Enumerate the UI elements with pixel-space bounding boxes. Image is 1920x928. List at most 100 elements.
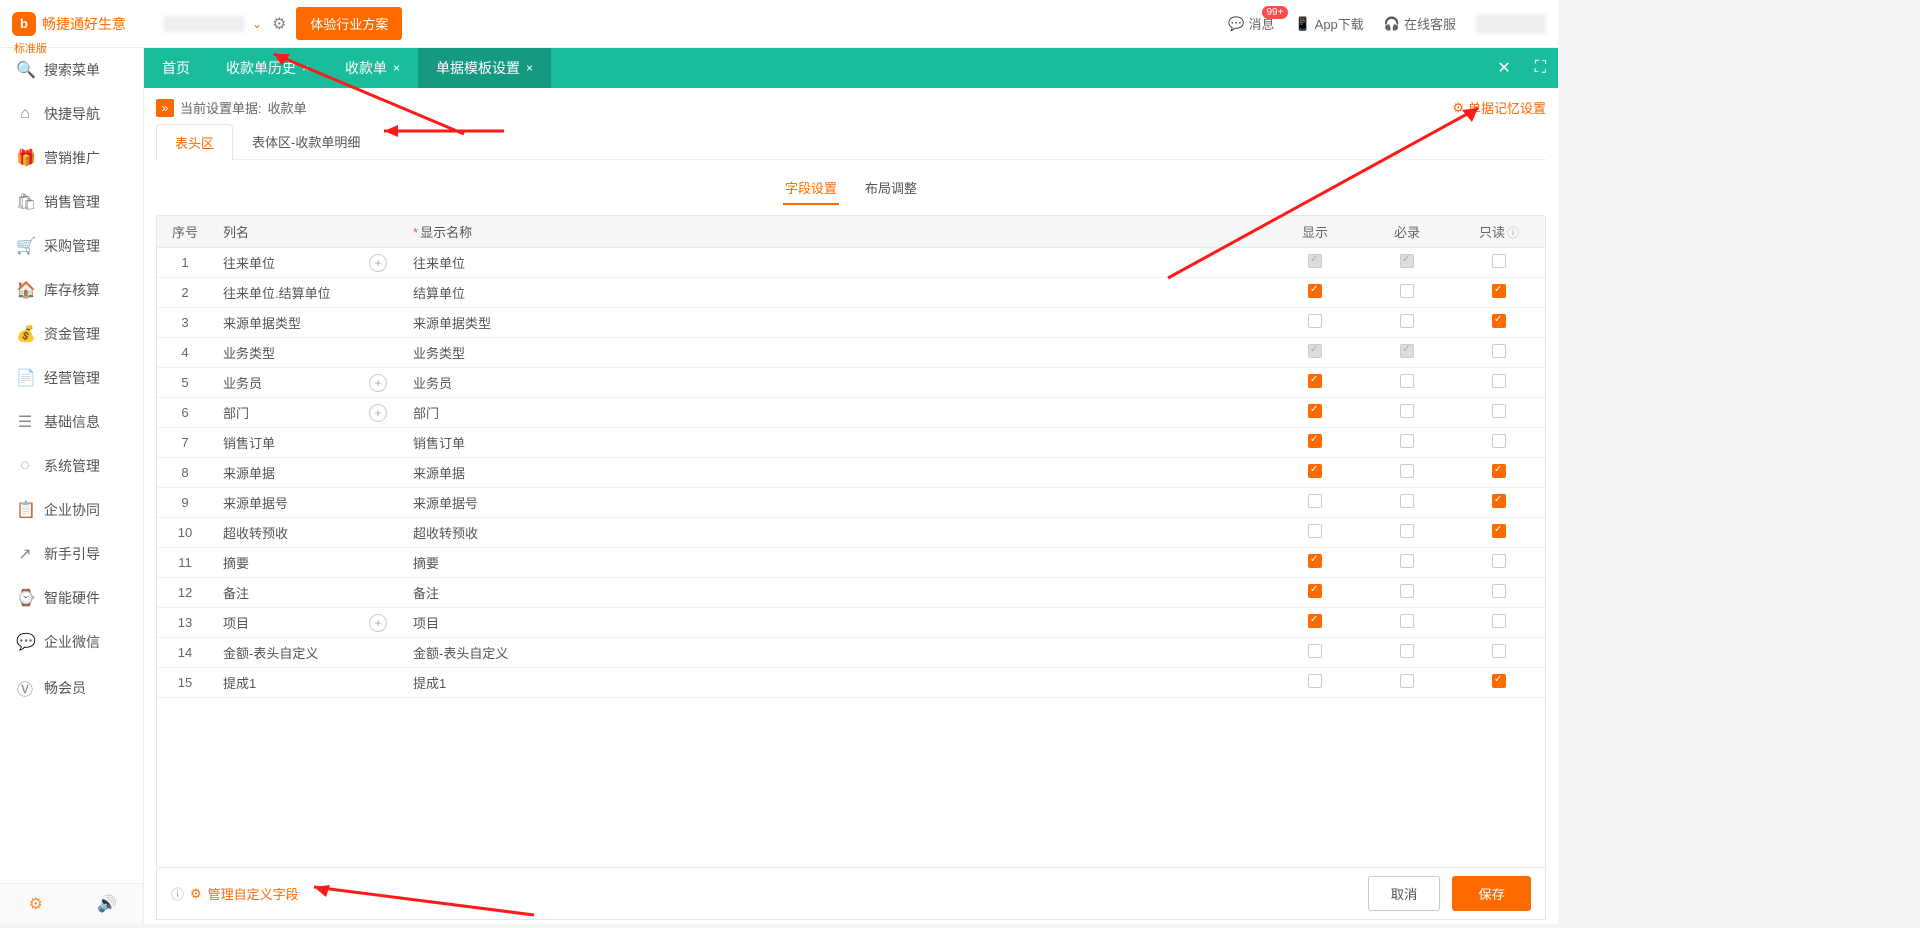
checkbox[interactable] bbox=[1492, 404, 1506, 418]
checkbox[interactable] bbox=[1492, 554, 1506, 568]
checkbox[interactable] bbox=[1492, 524, 1506, 538]
checkbox[interactable] bbox=[1492, 284, 1506, 298]
sidebar-item[interactable]: 🎁营销推广 bbox=[0, 136, 143, 180]
checkbox[interactable] bbox=[1308, 524, 1322, 538]
checkbox[interactable] bbox=[1400, 614, 1414, 628]
close-all-icon[interactable]: ✕ bbox=[1485, 58, 1522, 78]
cell-displayname[interactable]: 业务类型 bbox=[403, 337, 1269, 368]
cell-displayname[interactable]: 项目 bbox=[403, 607, 1269, 638]
sidebar-item[interactable]: 💰资金管理 bbox=[0, 312, 143, 356]
sidebar-item[interactable]: 🛍销售管理 bbox=[0, 180, 143, 224]
checkbox[interactable] bbox=[1308, 404, 1322, 418]
plus-icon[interactable]: + bbox=[369, 614, 387, 632]
checkbox[interactable] bbox=[1308, 584, 1322, 598]
close-icon[interactable]: × bbox=[302, 61, 309, 75]
tab-home[interactable]: 首页 bbox=[144, 48, 208, 88]
checkbox[interactable] bbox=[1492, 584, 1506, 598]
checkbox[interactable] bbox=[1400, 584, 1414, 598]
grid-body[interactable]: 1往来单位+往来单位2往来单位.结算单位结算单位3来源单据类型来源单据类型4业务… bbox=[157, 248, 1545, 867]
plus-icon[interactable]: + bbox=[369, 404, 387, 422]
manage-custom-fields-link[interactable]: ⓘ ⚙ 管理自定义字段 bbox=[171, 884, 299, 903]
subtab-body-area[interactable]: 表体区-收款单明细 bbox=[233, 123, 379, 159]
checkbox[interactable] bbox=[1400, 644, 1414, 658]
checkbox[interactable] bbox=[1400, 674, 1414, 688]
checkbox[interactable] bbox=[1400, 554, 1414, 568]
checkbox[interactable] bbox=[1308, 644, 1322, 658]
checkbox[interactable] bbox=[1308, 314, 1322, 328]
checkbox[interactable] bbox=[1400, 434, 1414, 448]
plus-icon[interactable]: + bbox=[369, 374, 387, 392]
fullscreen-icon[interactable]: ⛶ bbox=[1523, 59, 1558, 77]
sound-icon[interactable]: 🔊 bbox=[72, 884, 144, 924]
sidebar-item[interactable]: 📋企业协同 bbox=[0, 488, 143, 532]
sidebar-item[interactable]: 📄经营管理 bbox=[0, 356, 143, 400]
checkbox[interactable] bbox=[1492, 494, 1506, 508]
cell-displayname[interactable]: 来源单据号 bbox=[403, 487, 1269, 518]
cell-displayname[interactable]: 业务员 bbox=[403, 367, 1269, 398]
cell-displayname[interactable]: 部门 bbox=[403, 397, 1269, 428]
checkbox[interactable] bbox=[1492, 314, 1506, 328]
trial-button[interactable]: 体验行业方案 bbox=[296, 7, 402, 40]
app-download-link[interactable]: 📱 App下载 bbox=[1294, 14, 1363, 33]
checkbox[interactable] bbox=[1492, 434, 1506, 448]
checkbox[interactable] bbox=[1308, 464, 1322, 478]
support-link[interactable]: 🎧 在线客服 bbox=[1384, 14, 1456, 33]
checkbox[interactable] bbox=[1400, 524, 1414, 538]
memory-settings-link[interactable]: ⚙ 单据记忆设置 bbox=[1452, 98, 1546, 117]
cell-displayname[interactable]: 超收转预收 bbox=[403, 517, 1269, 548]
cell-displayname[interactable]: 来源单据 bbox=[403, 457, 1269, 488]
sidebar-item[interactable]: ⌚智能硬件 bbox=[0, 576, 143, 620]
checkbox[interactable] bbox=[1400, 404, 1414, 418]
innertab-layout[interactable]: 布局调整 bbox=[863, 172, 919, 205]
checkbox[interactable] bbox=[1400, 284, 1414, 298]
collapse-button[interactable]: » bbox=[156, 99, 174, 117]
cell-displayname[interactable]: 金额-表头自定义 bbox=[403, 637, 1269, 668]
close-icon[interactable]: × bbox=[393, 61, 400, 75]
tab-template-settings[interactable]: 单据模板设置× bbox=[418, 48, 551, 88]
cell-displayname[interactable]: 结算单位 bbox=[403, 277, 1269, 308]
checkbox[interactable] bbox=[1492, 464, 1506, 478]
user-avatar[interactable] bbox=[1476, 14, 1546, 34]
checkbox[interactable] bbox=[1308, 374, 1322, 388]
subtab-header-area[interactable]: 表头区 bbox=[156, 124, 233, 160]
cell-displayname[interactable]: 提成1 bbox=[403, 667, 1269, 698]
checkbox[interactable] bbox=[1492, 344, 1506, 358]
checkbox[interactable] bbox=[1492, 254, 1506, 268]
cell-displayname[interactable]: 销售订单 bbox=[403, 427, 1269, 458]
checkbox[interactable] bbox=[1400, 494, 1414, 508]
plus-icon[interactable]: + bbox=[369, 254, 387, 272]
checkbox[interactable] bbox=[1308, 674, 1322, 688]
close-icon[interactable]: × bbox=[526, 61, 533, 75]
sidebar-item[interactable]: ↗新手引导 bbox=[0, 532, 143, 576]
cell-displayname[interactable]: 往来单位 bbox=[403, 248, 1269, 278]
cell-displayname[interactable]: 摘要 bbox=[403, 547, 1269, 578]
cell-displayname[interactable]: 备注 bbox=[403, 577, 1269, 608]
tab-receipt-history[interactable]: 收款单历史× bbox=[208, 48, 327, 88]
checkbox[interactable] bbox=[1492, 614, 1506, 628]
checkbox[interactable] bbox=[1492, 674, 1506, 688]
checkbox[interactable] bbox=[1308, 494, 1322, 508]
cell-displayname[interactable]: 来源单据类型 bbox=[403, 307, 1269, 338]
checkbox[interactable] bbox=[1400, 374, 1414, 388]
messages-link[interactable]: 💬 消息 99+ bbox=[1228, 14, 1274, 33]
checkbox[interactable] bbox=[1492, 374, 1506, 388]
org-selector[interactable]: ⌄ bbox=[164, 16, 262, 32]
sidebar-item[interactable]: ⌂快捷导航 bbox=[0, 92, 143, 136]
checkbox[interactable] bbox=[1492, 644, 1506, 658]
checkbox[interactable] bbox=[1308, 554, 1322, 568]
checkbox[interactable] bbox=[1308, 434, 1322, 448]
checkbox[interactable] bbox=[1308, 284, 1322, 298]
innertab-field-settings[interactable]: 字段设置 bbox=[783, 172, 839, 205]
sidebar-item[interactable]: 🏠库存核算 bbox=[0, 268, 143, 312]
settings-icon[interactable]: ⚙ bbox=[0, 884, 72, 924]
gear-icon[interactable]: ⚙ bbox=[272, 14, 286, 34]
save-button[interactable]: 保存 bbox=[1452, 876, 1531, 911]
sidebar-item[interactable]: ☰基础信息 bbox=[0, 400, 143, 444]
sidebar-item[interactable]: 🛒采购管理 bbox=[0, 224, 143, 268]
tab-receipt[interactable]: 收款单× bbox=[327, 48, 418, 88]
checkbox[interactable] bbox=[1400, 464, 1414, 478]
checkbox[interactable] bbox=[1308, 614, 1322, 628]
sidebar-item[interactable]: ◌系统管理 bbox=[0, 444, 143, 488]
cancel-button[interactable]: 取消 bbox=[1368, 876, 1441, 911]
sidebar-item[interactable]: Ⓥ畅会员 bbox=[0, 664, 143, 712]
